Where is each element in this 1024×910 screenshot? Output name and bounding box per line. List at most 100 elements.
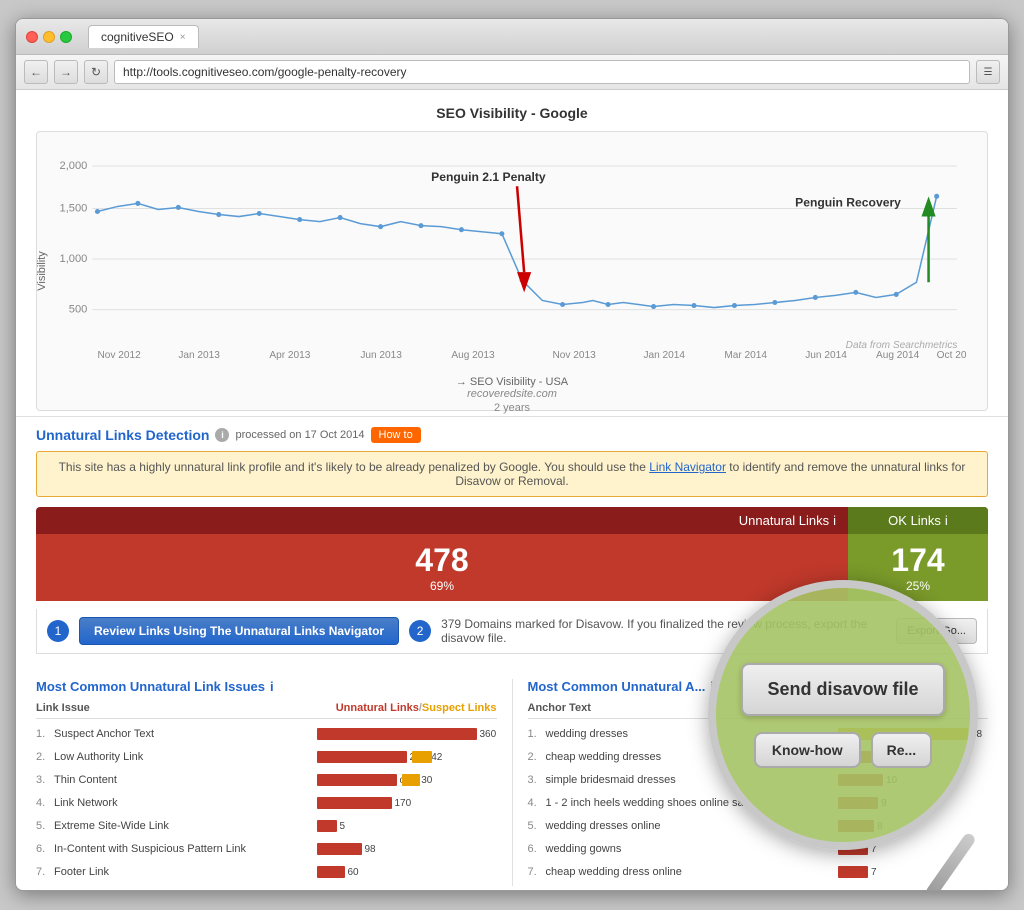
unnatural-info-icon: i [833, 513, 836, 528]
ok-count: 174 [863, 542, 973, 579]
unnatural-count-box: 478 69% [36, 534, 848, 601]
bar-red [317, 797, 392, 809]
right-col-title: Most Common Unnatural A... i [528, 679, 989, 694]
table-row: 6. wedding gowns 7 [528, 840, 989, 858]
left-column: Most Common Unnatural Link Issues i Link… [36, 679, 512, 886]
url-text: http://tools.cognitiveseo.com/google-pen… [123, 65, 406, 79]
table-row: 3. Thin Content odd 30 [36, 771, 497, 789]
svg-text:Oct 2014: Oct 2014 [937, 350, 967, 361]
table-row: 4. 1 - 2 inch heels wedding shoes online… [528, 794, 989, 812]
chart-y-label: Visibility [36, 251, 48, 291]
svg-text:Nov 2012: Nov 2012 [97, 350, 141, 361]
chart-legend: → SEO Visibility - USA [57, 376, 967, 388]
ok-links-label-area: OK Links i [848, 507, 988, 534]
maximize-button[interactable] [60, 31, 72, 43]
unnatural-links-section: Unnatural Links Detection i processed on… [16, 417, 1008, 664]
browser-window: cognitiveSEO × ← → ↻ http://tools.cognit… [15, 18, 1009, 891]
unnatural-links-label: Unnatural Links i [739, 513, 836, 528]
warning-text: This site has a highly unnatural link pr… [59, 460, 646, 474]
step2-number: 2 [409, 620, 431, 642]
rbar-orange [838, 728, 968, 740]
left-col-header: Link Issue Unnatural Links / Suspect Lin… [36, 702, 497, 719]
ok-info-icon: i [945, 513, 948, 528]
table-row: 7. Footer Link 60 [36, 863, 497, 881]
chart-title: SEO Visibility - Google [36, 105, 988, 121]
how-to-button[interactable]: How to [371, 427, 421, 443]
suspect-links-header: Suspect Links [422, 702, 497, 714]
forward-button[interactable]: → [54, 60, 78, 84]
browser-toolbar: ← → ↻ http://tools.cognitiveseo.com/goog… [16, 55, 1008, 90]
ok-pct: 25% [863, 579, 973, 593]
browser-menu-button[interactable]: ☰ [976, 60, 1000, 84]
ok-links-label: OK Links i [888, 513, 948, 528]
svg-text:Penguin 2.1 Penalty: Penguin 2.1 Penalty [431, 170, 546, 184]
browser-titlebar: cognitiveSEO × [16, 19, 1008, 55]
bar-red [317, 728, 477, 740]
right-column: Most Common Unnatural A... i Anchor Text… [512, 679, 989, 886]
left-col-title: Most Common Unnatural Link Issues i [36, 679, 497, 694]
close-button[interactable] [26, 31, 38, 43]
address-bar[interactable]: http://tools.cognitiveseo.com/google-pen… [114, 60, 970, 84]
bar-red [317, 866, 345, 878]
chart-svg: 2,000 1,500 1,000 500 Nov 2012 Jan 2013 … [57, 147, 967, 367]
reload-button[interactable]: ↻ [84, 60, 108, 84]
svg-text:Data from Searchmetrics: Data from Searchmetrics [846, 340, 958, 351]
link-navigator-link[interactable]: Link Navigator [649, 460, 726, 474]
back-button[interactable]: ← [24, 60, 48, 84]
minimize-button[interactable] [43, 31, 55, 43]
svg-text:Jun 2014: Jun 2014 [805, 350, 847, 361]
rbar-red [838, 866, 868, 878]
unnatural-links-label-area: Unnatural Links i [36, 507, 848, 534]
processed-date: processed on 17 Oct 2014 [235, 429, 364, 441]
svg-text:Aug 2013: Aug 2013 [451, 350, 495, 361]
rbar-red [838, 820, 874, 832]
left-col-title-text: Most Common Unnatural Link Issues [36, 679, 265, 694]
table-row: 6. In-Content with Suspicious Pattern Li… [36, 840, 497, 858]
svg-text:Jun 2013: Jun 2013 [360, 350, 402, 361]
bar-red [317, 751, 407, 763]
unnatural-pct: 69% [51, 579, 833, 593]
section-title: Unnatural Links Detection i processed on… [36, 427, 988, 443]
chart-domain: recoveredsite.com [57, 388, 967, 400]
rbar-red [838, 774, 883, 786]
chart-container: Visibility 2,000 1,500 1,000 500 No [36, 131, 988, 411]
page-wrapper: SEO Visibility - Google Visibility 2,000… [16, 90, 1008, 890]
svg-text:2,000: 2,000 [60, 160, 88, 172]
table-row: 3. simple bridesmaid dresses 10 [528, 771, 989, 789]
right-col-header: Anchor Text [528, 702, 989, 719]
svg-text:1,500: 1,500 [60, 203, 88, 215]
bar-red [317, 820, 337, 832]
bar-amber [402, 774, 420, 786]
tab-close-button[interactable]: × [180, 32, 186, 43]
bottom-section: Most Common Unnatural Link Issues i Link… [16, 664, 1008, 890]
links-stats-header: Unnatural Links i OK Links i [36, 507, 988, 534]
svg-text:Apr 2013: Apr 2013 [269, 350, 310, 361]
table-row: 5. wedding dresses online 8 [528, 817, 989, 835]
right-col-title-text: Most Common Unnatural A... [528, 679, 706, 694]
svg-text:500: 500 [69, 304, 88, 316]
warning-banner: This site has a highly unnatural link pr… [36, 451, 988, 497]
right-col-info-icon: i [710, 679, 714, 694]
anchor-text-header: Anchor Text [528, 702, 989, 714]
left-col-info-icon: i [270, 679, 274, 694]
section-title-text: Unnatural Links Detection [36, 427, 209, 443]
table-row: 1. Suspect Anchor Text 360 [36, 725, 497, 743]
step1-number: 1 [47, 620, 69, 642]
action-row: 1 Review Links Using The Unnatural Links… [36, 609, 988, 654]
stats-numbers-row: 478 69% 174 25% [36, 534, 988, 601]
chart-timespan: 2 years [57, 402, 967, 414]
browser-tab[interactable]: cognitiveSEO × [88, 25, 199, 48]
svg-text:Mar 2014: Mar 2014 [724, 350, 767, 361]
table-row: 2. cheap wedding dresses 12 [528, 748, 989, 766]
export-button[interactable]: Export Go... [896, 618, 977, 644]
table-row: 1. wedding dresses 38 [528, 725, 989, 743]
svg-text:Jan 2014: Jan 2014 [643, 350, 685, 361]
table-row: 2. Low Authority Link 209 42 [36, 748, 497, 766]
link-issue-header: Link Issue [36, 702, 336, 714]
svg-text:Penguin Recovery: Penguin Recovery [795, 195, 901, 209]
unnatural-count: 478 [51, 542, 833, 579]
review-links-button[interactable]: Review Links Using The Unnatural Links N… [79, 617, 399, 645]
svg-text:1,000: 1,000 [60, 253, 88, 265]
unnatural-links-header: Unnatural Links [336, 702, 419, 714]
bar-red [317, 843, 362, 855]
